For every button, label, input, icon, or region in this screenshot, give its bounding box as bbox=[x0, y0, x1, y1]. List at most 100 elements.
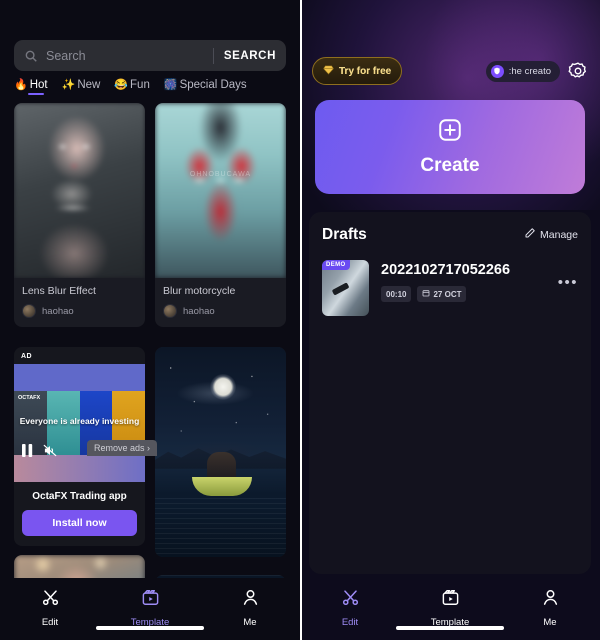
search-divider bbox=[212, 47, 214, 64]
template-author[interactable]: haohao bbox=[163, 304, 278, 318]
more-dots-icon[interactable]: ••• bbox=[558, 260, 578, 291]
fire-emoji-icon: 🔥 bbox=[14, 78, 28, 91]
template-author[interactable]: haohao bbox=[22, 304, 137, 318]
template-card[interactable]: OHNOBUCAWA Blur motorcycle haohao bbox=[155, 103, 286, 327]
search-bar-container: SEARCH bbox=[14, 40, 286, 71]
draft-meta-chips: 00:10 27 OCT bbox=[381, 286, 546, 302]
nav-label: Edit bbox=[341, 617, 359, 628]
pause-icon[interactable] bbox=[22, 444, 33, 462]
template-card[interactable]: Lens Blur Effect haohao bbox=[14, 103, 145, 327]
tab-new[interactable]: ✨ New bbox=[62, 79, 101, 95]
gear-icon[interactable] bbox=[568, 61, 588, 81]
nav-item-template[interactable]: Template bbox=[100, 588, 200, 628]
creator-program-pill[interactable]: :he creato bbox=[485, 60, 560, 82]
template-card-moonlight[interactable] bbox=[155, 347, 286, 557]
author-name: haohao bbox=[183, 305, 215, 317]
sparkles-emoji-icon: ✨ bbox=[61, 78, 76, 91]
home-panel: Try for free :he creato Create Drafts Ma… bbox=[300, 0, 600, 640]
tab-label: Special Days bbox=[179, 79, 247, 91]
draft-name: 2022102717052266 bbox=[381, 262, 511, 278]
ad-media: OCTAFX Everyone is already investing bbox=[14, 364, 145, 482]
search-input[interactable] bbox=[38, 48, 213, 63]
template-title: Lens Blur Effect bbox=[22, 285, 96, 297]
nav-label: Me bbox=[543, 617, 557, 628]
firework-emoji-icon: 🎆 bbox=[163, 78, 178, 91]
pencil-icon bbox=[524, 226, 536, 244]
ad-brand-logo: OCTAFX bbox=[18, 394, 41, 401]
draft-list-item[interactable]: DEMO 2022102717052266 00:10 27 OCT ••• bbox=[322, 260, 578, 316]
manage-label: Manage bbox=[540, 229, 578, 241]
ad-headline: Everyone is already investing bbox=[19, 415, 140, 426]
mute-icon[interactable] bbox=[43, 444, 57, 462]
creator-program-label: :he creato bbox=[508, 65, 551, 77]
draft-date-label: 27 OCT bbox=[433, 289, 462, 299]
tab-hot[interactable]: 🔥 Hot bbox=[14, 79, 48, 95]
plus-square-icon bbox=[437, 117, 463, 146]
app-screenshot: SEARCH 🔥 Hot ✨ New 😂 Fun 🎆 Special Days bbox=[0, 0, 600, 640]
calendar-icon bbox=[422, 289, 430, 299]
scissors-icon bbox=[341, 588, 360, 612]
ad-badge: AD bbox=[21, 353, 33, 360]
nav-item-me[interactable]: Me bbox=[500, 588, 600, 628]
nav-item-edit[interactable]: Edit bbox=[0, 588, 100, 628]
search-bar[interactable]: SEARCH bbox=[14, 40, 286, 71]
drafts-section: Drafts Manage DEMO 2022102717052266 00:1… bbox=[309, 212, 591, 574]
thumbnail-art bbox=[155, 103, 286, 278]
grid-column-right: OHNOBUCAWA Blur motorcycle haohao bbox=[155, 103, 286, 624]
ad-footer: OctaFX Trading app Install now bbox=[14, 482, 145, 546]
template-card-meta: Lens Blur Effect haohao bbox=[14, 278, 145, 327]
template-thumbnail: OHNOBUCAWA bbox=[155, 103, 286, 278]
tab-label: New bbox=[77, 79, 101, 91]
try-for-free-button[interactable]: Try for free bbox=[312, 57, 403, 85]
demo-badge: DEMO bbox=[322, 260, 350, 270]
laughing-emoji-icon: 😂 bbox=[114, 78, 129, 91]
search-button[interactable]: SEARCH bbox=[224, 50, 276, 62]
avatar bbox=[163, 304, 177, 318]
scissors-icon bbox=[41, 588, 60, 612]
thumbnail-watermark: OHNOBUCAWA bbox=[189, 171, 252, 179]
home-indicator bbox=[96, 626, 204, 630]
tab-label: Fun bbox=[130, 79, 150, 91]
ad-video-controls bbox=[22, 444, 57, 462]
nav-item-edit[interactable]: Edit bbox=[300, 588, 400, 628]
grid-column-left: Lens Blur Effect haohao Remove ads › AD bbox=[14, 103, 158, 604]
draft-info: 2022102717052266 00:10 27 OCT bbox=[381, 260, 546, 302]
top-bar: Try for free :he creato bbox=[300, 57, 600, 85]
install-now-button[interactable]: Install now bbox=[22, 510, 137, 536]
template-card-meta: Blur motorcycle haohao bbox=[155, 278, 286, 327]
manage-drafts-button[interactable]: Manage bbox=[524, 226, 578, 244]
template-browse-panel: SEARCH 🔥 Hot ✨ New 😂 Fun 🎆 Special Days bbox=[0, 0, 300, 640]
tab-special-days[interactable]: 🎆 Special Days bbox=[164, 79, 247, 95]
film-clip-icon bbox=[441, 588, 460, 612]
author-name: haohao bbox=[42, 305, 74, 317]
person-icon bbox=[541, 588, 560, 612]
person-icon bbox=[241, 588, 260, 612]
thumbnail-art bbox=[155, 347, 286, 557]
ad-app-name: OctaFX Trading app bbox=[32, 491, 127, 502]
gem-icon bbox=[323, 62, 334, 80]
panel-divider bbox=[300, 0, 302, 640]
nav-label: Me bbox=[243, 617, 257, 628]
tab-fun[interactable]: 😂 Fun bbox=[114, 79, 150, 95]
draft-date-chip: 27 OCT bbox=[417, 286, 467, 302]
draft-thumbnail: DEMO bbox=[322, 260, 369, 316]
tab-label: Hot bbox=[29, 79, 48, 91]
category-tabs: 🔥 Hot ✨ New 😂 Fun 🎆 Special Days bbox=[14, 79, 294, 95]
creator-shield-icon bbox=[490, 64, 504, 78]
try-for-free-label: Try for free bbox=[339, 65, 392, 77]
search-icon bbox=[24, 49, 38, 63]
create-label: Create bbox=[420, 155, 480, 176]
home-indicator bbox=[396, 626, 504, 630]
nav-label: Edit bbox=[41, 617, 59, 628]
bottom-navigation-left: Edit Template Me bbox=[0, 578, 300, 640]
drafts-header: Drafts Manage bbox=[322, 226, 578, 244]
nav-item-template[interactable]: Template bbox=[400, 588, 500, 628]
drafts-title: Drafts bbox=[322, 226, 367, 243]
nav-item-me[interactable]: Me bbox=[200, 588, 300, 628]
remove-ads-button[interactable]: Remove ads › bbox=[87, 440, 158, 456]
create-button[interactable]: Create bbox=[315, 100, 585, 194]
bottom-navigation-right: Edit Template Me bbox=[300, 578, 600, 640]
draft-duration-chip: 00:10 bbox=[381, 286, 412, 302]
thumbnail-art bbox=[14, 103, 145, 278]
template-thumbnail bbox=[155, 347, 286, 557]
